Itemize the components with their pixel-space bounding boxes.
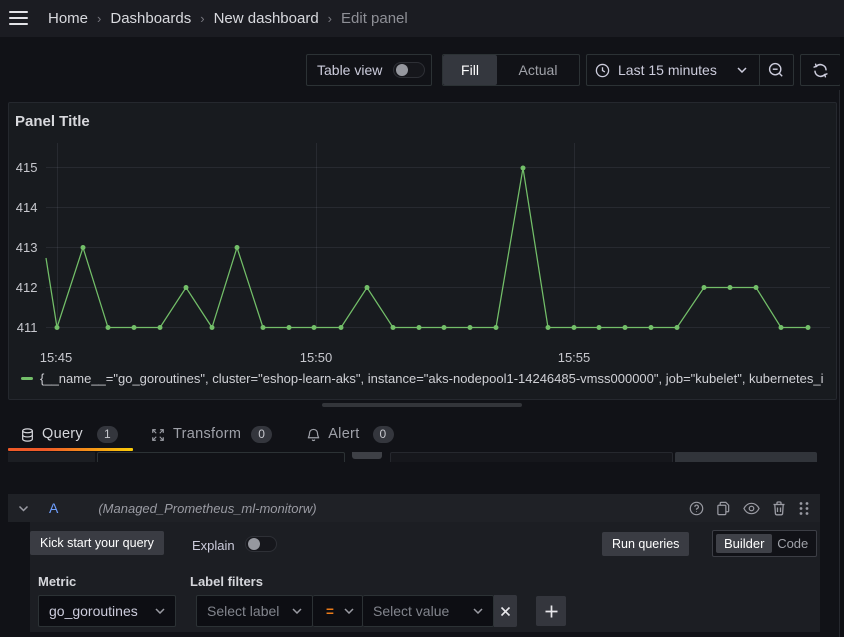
svg-text:415: 415	[16, 160, 38, 175]
svg-text:15:45: 15:45	[40, 350, 73, 365]
svg-text:411: 411	[17, 320, 38, 335]
svg-text:414: 414	[16, 200, 38, 215]
svg-text:15:55: 15:55	[558, 350, 591, 365]
svg-text:413: 413	[16, 240, 38, 255]
svg-text:412: 412	[16, 280, 38, 295]
svg-text:15:50: 15:50	[300, 350, 333, 365]
